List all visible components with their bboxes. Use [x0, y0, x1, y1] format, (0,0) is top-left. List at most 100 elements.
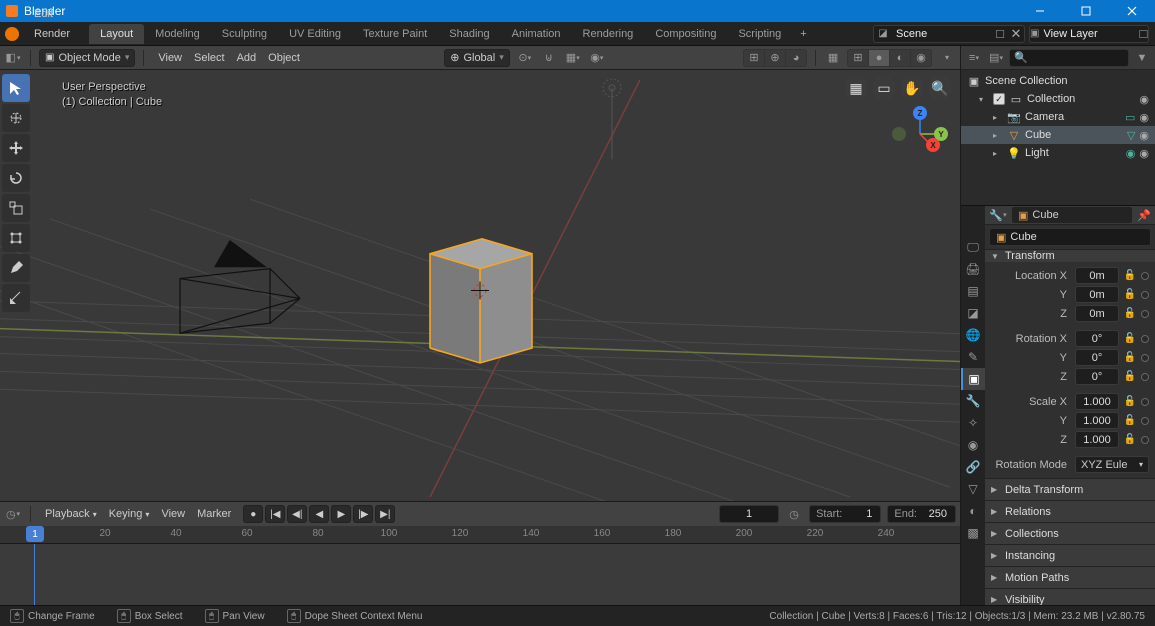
tool-annotate[interactable]	[2, 254, 30, 282]
visibility-icon[interactable]: ◉	[1139, 111, 1149, 124]
shading-solid[interactable]: ●	[868, 49, 890, 67]
jump-start-button[interactable]: |◀	[265, 505, 285, 523]
tool-cursor[interactable]	[2, 104, 30, 132]
scene-new-button[interactable]: □	[992, 26, 1008, 41]
rotation-x-keyframe[interactable]	[1141, 335, 1149, 343]
scale-y-field[interactable]: 1.000	[1075, 412, 1119, 429]
location-z-lock-icon[interactable]: 🔓	[1123, 305, 1137, 322]
disclosure-icon[interactable]: ▸	[993, 131, 1003, 140]
location-x-keyframe[interactable]	[1141, 272, 1149, 280]
viewport-menu-add[interactable]: Add	[231, 49, 263, 67]
rotation-mode-select[interactable]: XYZ Eule▾	[1075, 456, 1149, 473]
ptab-physics[interactable]: ◉	[961, 434, 985, 456]
tool-measure[interactable]	[2, 284, 30, 312]
pin-icon[interactable]: 📌	[1137, 209, 1151, 222]
ptab-constraint[interactable]: 🔗	[961, 456, 985, 478]
viewlayer-delete-button[interactable]: ✕	[1147, 26, 1149, 42]
axis-z[interactable]: Z	[913, 106, 927, 120]
workspace-tab-animation[interactable]: Animation	[501, 24, 572, 44]
scale-z-lock-icon[interactable]: 🔓	[1123, 431, 1137, 448]
playhead[interactable]: 1	[34, 544, 35, 605]
rotation-x-field[interactable]: 0°	[1075, 330, 1119, 347]
ptab-render[interactable]: 🖵	[961, 236, 985, 258]
tree-scene-collection[interactable]: ▣ Scene Collection	[961, 72, 1155, 90]
panel-delta-transform-header[interactable]: ▶Delta Transform	[985, 478, 1155, 500]
panel-transform-header[interactable]: ▼Transform	[985, 249, 1155, 262]
panel-visibility-header[interactable]: ▶Visibility	[985, 588, 1155, 605]
viewport-menu-select[interactable]: Select	[188, 49, 231, 67]
tool-scale[interactable]	[2, 194, 30, 222]
close-button[interactable]	[1109, 0, 1155, 22]
auto-keying-toggle[interactable]: ●	[243, 505, 263, 523]
ptab-modifier[interactable]: 🔧	[961, 390, 985, 412]
ptab-particle[interactable]: ✧	[961, 412, 985, 434]
tool-transform[interactable]	[2, 224, 30, 252]
panel-relations-header[interactable]: ▶Relations	[985, 500, 1155, 522]
ptab-output[interactable]: 🖨	[961, 258, 985, 280]
workspace-tab-rendering[interactable]: Rendering	[572, 24, 645, 44]
rotation-z-lock-icon[interactable]: 🔓	[1123, 368, 1137, 385]
workspace-tab-texture-paint[interactable]: Texture Paint	[352, 24, 438, 44]
collection-enable-checkbox[interactable]: ✓	[993, 93, 1005, 105]
location-z-field[interactable]: 0m	[1075, 305, 1119, 322]
timeline-menu-marker[interactable]: Marker	[191, 505, 237, 523]
workspace-tab-modeling[interactable]: Modeling	[144, 24, 211, 44]
disclosure-icon[interactable]: ▸	[993, 113, 1003, 122]
maximize-button[interactable]	[1063, 0, 1109, 22]
current-frame-field[interactable]: 1	[719, 505, 779, 523]
navigation-gizmo[interactable]: Z Y X	[892, 106, 948, 162]
viewport-menu-object[interactable]: Object	[262, 49, 306, 67]
axis-x[interactable]: X	[926, 138, 940, 152]
proportional-toggle[interactable]: ◉▾	[588, 49, 606, 67]
tree-item-cube[interactable]: ▸▽Cube▽◉	[961, 126, 1155, 144]
tool-move[interactable]	[2, 134, 30, 162]
outliner-display-mode[interactable]: ▤▾	[987, 49, 1005, 67]
menu-render[interactable]: Render	[24, 24, 83, 44]
snap-menu[interactable]: ▦▾	[564, 49, 582, 67]
timeline-editor-type[interactable]: ◷▾	[4, 505, 22, 523]
viewport-3d[interactable]: User Perspective (1) Collection | Cube ▦…	[0, 70, 960, 501]
ptab-data[interactable]: ▽	[961, 478, 985, 500]
viewlayer-new-button[interactable]: □	[1139, 26, 1147, 41]
scale-x-keyframe[interactable]	[1141, 398, 1149, 406]
viewlayer-selector[interactable]: ▣ □ ✕	[1029, 25, 1149, 43]
outliner-search-input[interactable]	[1028, 52, 1124, 64]
ptab-scene[interactable]: ◪	[961, 302, 985, 324]
timeline-tracks[interactable]: 1	[0, 544, 960, 605]
disclosure-icon[interactable]: ▾	[979, 95, 989, 104]
play-reverse-button[interactable]: ◀	[309, 505, 329, 523]
location-y-lock-icon[interactable]: 🔓	[1123, 286, 1137, 303]
rotation-z-keyframe[interactable]	[1141, 373, 1149, 381]
workspace-tab-scripting[interactable]: Scripting	[727, 24, 792, 44]
overlays-toggle[interactable]: ◕	[785, 49, 807, 67]
workspace-tab-layout[interactable]: Layout	[89, 24, 144, 44]
disclosure-icon[interactable]: ▸	[993, 149, 1003, 158]
prev-keyframe-button[interactable]: ◀|	[287, 505, 307, 523]
scene-name-input[interactable]	[892, 28, 992, 40]
panel-motion-paths-header[interactable]: ▶Motion Paths	[985, 566, 1155, 588]
timeline-ruler[interactable]: 20406080100120140160180200220240	[0, 526, 960, 544]
ptab-texture[interactable]: ▩	[961, 522, 985, 544]
shading-wireframe[interactable]: ⊞	[847, 49, 869, 67]
shading-lookdev[interactable]: ◐	[889, 49, 911, 67]
location-x-field[interactable]: 0m	[1075, 267, 1119, 284]
rotation-z-field[interactable]: 0°	[1075, 368, 1119, 385]
viewport-menu-view[interactable]: View	[152, 49, 188, 67]
minimize-button[interactable]	[1017, 0, 1063, 22]
menu-edit[interactable]: Edit	[24, 4, 83, 24]
pan-gizmo[interactable]: ✋	[900, 76, 924, 100]
workspace-tab-sculpting[interactable]: Sculpting	[211, 24, 278, 44]
pivot-button[interactable]: ⊙▾	[516, 49, 534, 67]
location-y-keyframe[interactable]	[1141, 291, 1149, 299]
panel-collections-header[interactable]: ▶Collections	[985, 522, 1155, 544]
scale-x-lock-icon[interactable]: 🔓	[1123, 393, 1137, 410]
properties-breadcrumb[interactable]: ▣ Cube	[1011, 206, 1133, 224]
shading-menu[interactable]: ▾	[938, 49, 956, 67]
snap-toggle[interactable]: ⊍	[540, 49, 558, 67]
panel-instancing-header[interactable]: ▶Instancing	[985, 544, 1155, 566]
jump-end-button[interactable]: ▶|	[375, 505, 395, 523]
location-y-field[interactable]: 0m	[1075, 286, 1119, 303]
tree-item-light[interactable]: ▸💡Light◉◉	[961, 144, 1155, 162]
tool-rotate[interactable]	[2, 164, 30, 192]
rotation-x-lock-icon[interactable]: 🔓	[1123, 330, 1137, 347]
